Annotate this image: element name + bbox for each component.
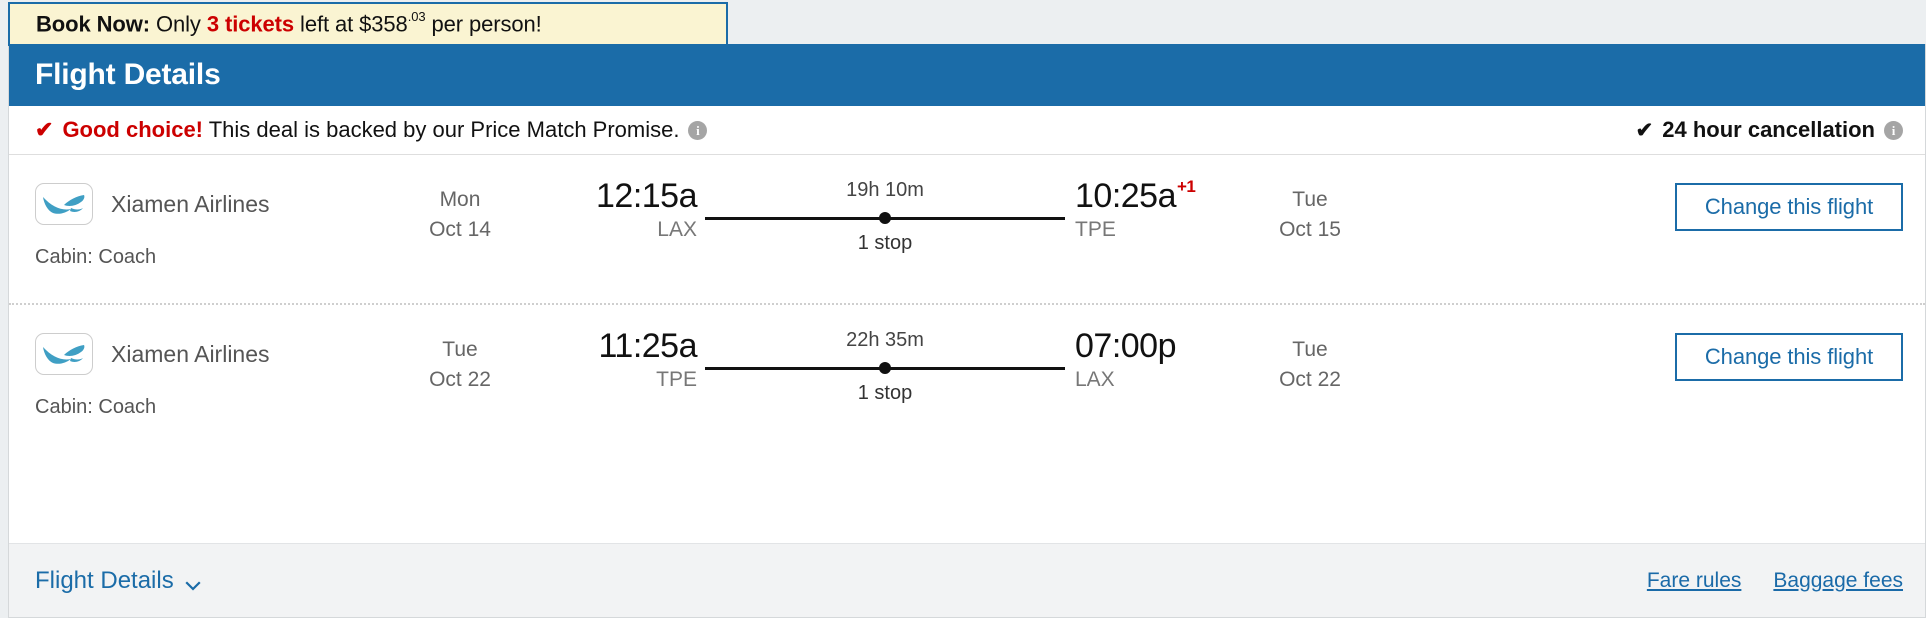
- fare-rules-link[interactable]: Fare rules: [1647, 569, 1742, 593]
- promo-middle-1: Only: [156, 11, 201, 37]
- change-this-flight-button[interactable]: Change this flight: [1675, 183, 1903, 231]
- cabin-label: Cabin: Coach: [35, 246, 157, 268]
- good-choice-label: Good choice!: [62, 117, 203, 142]
- depart-date: Oct 22: [429, 368, 491, 392]
- arrive-date: Oct 15: [1279, 218, 1341, 242]
- page-title: Flight Details: [35, 58, 221, 91]
- arrive-day-offset: +1: [1177, 176, 1196, 196]
- duration: 19h 10m: [846, 179, 924, 201]
- airline-name: Xiamen Airlines: [111, 340, 270, 367]
- cancellation-label: 24 hour cancellation: [1662, 117, 1875, 142]
- info-icon[interactable]: i: [688, 120, 708, 140]
- arrive-date-block: Tue Oct 22: [1245, 305, 1375, 396]
- depart-date-block: Tue Oct 22: [395, 305, 525, 396]
- depart-airport: LAX: [657, 218, 697, 241]
- promo-banner-text: Book Now: Only 3 tickets left at $358.03…: [36, 8, 542, 37]
- promise-message: This deal is backed by our Price Match P…: [208, 117, 680, 142]
- flight-details-card: Flight Details ✔ Good choice! This deal …: [8, 44, 1926, 618]
- promo-banner: Book Now: Only 3 tickets left at $358.03…: [8, 2, 728, 46]
- footer-links: Fare rules Baggage fees: [1647, 569, 1903, 593]
- flight-details-page: Book Now: Only 3 tickets left at $358.03…: [0, 0, 1926, 618]
- arrive-airport: TPE: [1075, 218, 1116, 241]
- change-flight-wrap: Change this flight: [1675, 155, 1903, 231]
- promo-suffix: per person!: [431, 11, 542, 37]
- route-block: 22h 35m 1 stop: [705, 305, 1065, 405]
- arrive-time: 10:25a: [1075, 177, 1177, 215]
- airline-name: Xiamen Airlines: [111, 190, 270, 217]
- promise-text: Good choice! This deal is backed by our …: [62, 117, 679, 143]
- arrive-time-block: 07:00p LAX: [1065, 305, 1245, 392]
- flight-details-toggle-label: Flight Details: [35, 566, 174, 594]
- check-icon: ✔: [1635, 118, 1654, 142]
- promo-ticket-count: 3 tickets: [206, 11, 295, 37]
- card-header: Flight Details: [9, 44, 1925, 106]
- card-footer: Flight Details Fare rules Baggage fees: [9, 543, 1925, 617]
- check-icon: ✔: [35, 117, 54, 142]
- arrive-day: Tue: [1292, 188, 1328, 211]
- stop-dot-icon: [879, 362, 891, 374]
- xiamen-airlines-logo-icon: [35, 183, 93, 225]
- arrive-time-block: 10:25a+1 TPE: [1065, 155, 1245, 242]
- info-icon[interactable]: i: [1884, 120, 1903, 140]
- arrive-date: Oct 22: [1279, 368, 1341, 392]
- airline-block: Xiamen Airlines Cabin: Coach: [35, 305, 395, 419]
- arrive-time-line: 10:25a+1: [1075, 177, 1245, 216]
- flight-row: Xiamen Airlines Cabin: Coach Tue Oct 22 …: [9, 305, 1925, 455]
- promo-price-cents: .03: [407, 8, 426, 24]
- route-block: 19h 10m 1 stop: [705, 155, 1065, 255]
- baggage-fees-link[interactable]: Baggage fees: [1773, 569, 1903, 593]
- change-this-flight-button[interactable]: Change this flight: [1675, 333, 1903, 381]
- depart-airport: TPE: [656, 368, 697, 391]
- depart-day: Mon: [439, 188, 481, 211]
- arrive-date-block: Tue Oct 15: [1245, 155, 1375, 246]
- route-line-graphic: [705, 209, 1065, 227]
- promo-middle-2: left at: [300, 11, 354, 37]
- depart-date: Oct 14: [429, 218, 491, 242]
- arrive-day: Tue: [1292, 338, 1328, 361]
- flight-details-toggle[interactable]: Flight Details: [35, 567, 201, 595]
- depart-day: Tue: [442, 338, 478, 361]
- promise-bar: ✔ Good choice! This deal is backed by ou…: [9, 106, 1925, 155]
- depart-time: 12:15a: [596, 177, 698, 215]
- price-match-promise: ✔ Good choice! This deal is backed by ou…: [35, 117, 708, 143]
- route-line-graphic: [705, 359, 1065, 377]
- flight-list: Xiamen Airlines Cabin: Coach Mon Oct 14 …: [9, 155, 1925, 455]
- chevron-down-icon: [185, 573, 201, 591]
- arrive-time: 07:00p: [1075, 327, 1177, 365]
- xiamen-airlines-logo-icon: [35, 333, 93, 375]
- depart-time-block: 11:25a TPE: [525, 305, 705, 392]
- depart-time: 11:25a: [598, 327, 698, 365]
- stops-count: 1 stop: [857, 232, 913, 254]
- cancellation-policy: ✔ 24 hour cancellation i: [1636, 117, 1903, 143]
- change-flight-wrap: Change this flight: [1675, 305, 1903, 381]
- duration: 22h 35m: [846, 329, 924, 351]
- arrive-airport: LAX: [1075, 368, 1115, 391]
- stops-count: 1 stop: [857, 382, 913, 404]
- flight-row: Xiamen Airlines Cabin: Coach Mon Oct 14 …: [9, 155, 1925, 305]
- airline-block: Xiamen Airlines Cabin: Coach: [35, 155, 395, 269]
- promo-prefix: Book Now:: [36, 11, 150, 37]
- airline-top: Xiamen Airlines: [35, 183, 395, 225]
- promo-price-dollars: $358: [359, 11, 408, 37]
- arrive-time-line: 07:00p: [1075, 327, 1245, 366]
- depart-time-block: 12:15a LAX: [525, 155, 705, 242]
- cabin-label: Cabin: Coach: [35, 396, 157, 418]
- airline-top: Xiamen Airlines: [35, 333, 395, 375]
- depart-date-block: Mon Oct 14: [395, 155, 525, 246]
- stop-dot-icon: [879, 212, 891, 224]
